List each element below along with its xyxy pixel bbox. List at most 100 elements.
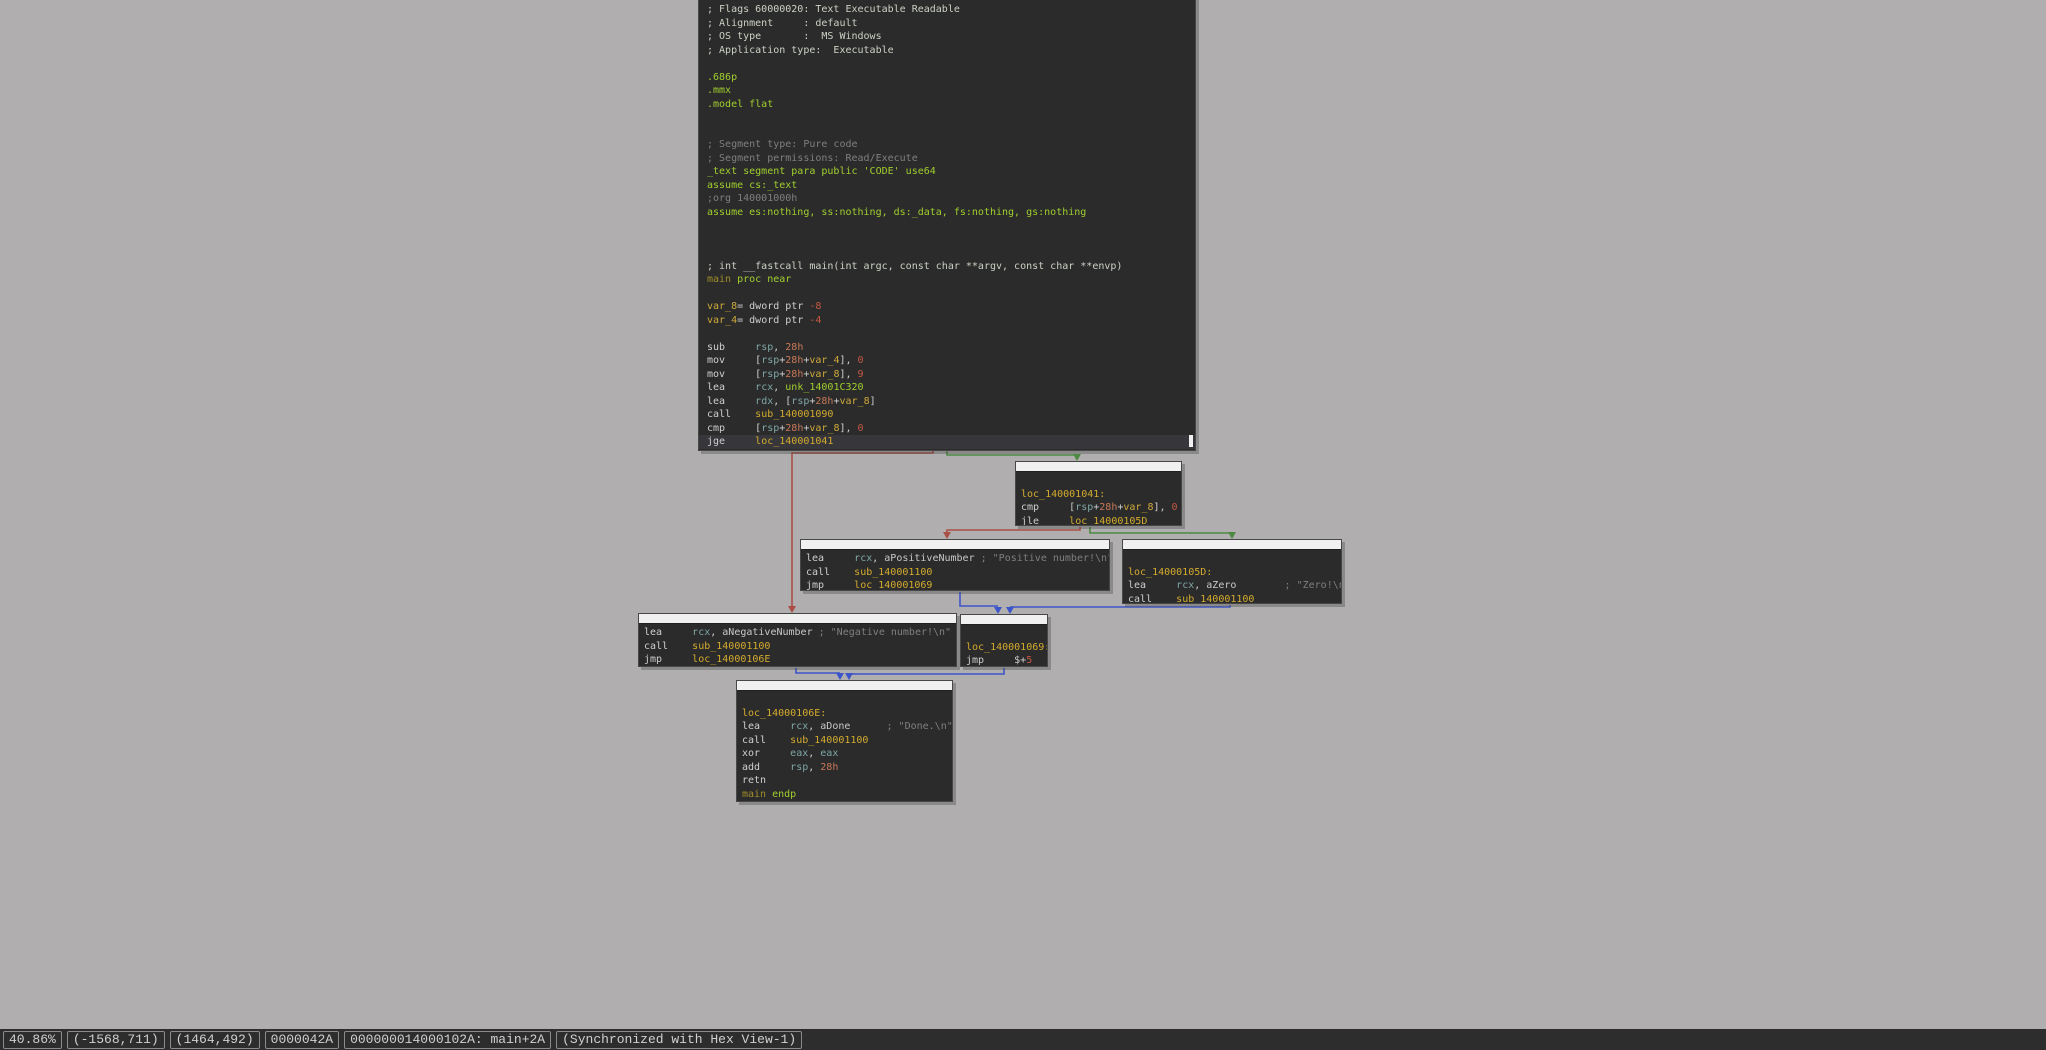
code-token: loc_14000105D: — [1128, 566, 1213, 578]
code-line[interactable]: ; Application type: Executable — [699, 44, 1195, 58]
code-line[interactable]: cmp [rsp+28h+var_8], 0 — [1016, 501, 1181, 515]
code-token: ; "Done.\n" — [850, 721, 953, 732]
block-title-bar[interactable] — [1123, 540, 1341, 550]
code-token: ], — [839, 422, 858, 434]
code-line[interactable]: ; int __fastcall main(int argc, const ch… — [699, 260, 1195, 274]
code-line[interactable]: loc_140001069: — [961, 641, 1047, 655]
block-title-bar[interactable] — [639, 614, 956, 624]
code-token: 9 — [857, 368, 864, 380]
code-line[interactable]: .model flat — [699, 98, 1195, 112]
code-line[interactable]: ; OS type : MS Windows — [699, 30, 1195, 44]
code-line[interactable] — [699, 327, 1195, 341]
code-token: lea — [742, 721, 791, 732]
code-line[interactable]: loc_14000106E: — [737, 707, 952, 721]
code-line[interactable]: ; Flags 60000020: Text Executable Readab… — [699, 3, 1195, 17]
code-line[interactable]: lea rdx, [rsp+28h+var_8] — [699, 395, 1195, 409]
status-sync-indicator: (Synchronized with Hex View-1) — [556, 1030, 803, 1049]
basic-block-loc14000105D[interactable]: loc_14000105D: lea rcx, aZero ; "Zero!\n"… — [1122, 539, 1342, 604]
code-line[interactable]: ; Segment permissions: Read/Execute — [699, 152, 1195, 166]
code-line[interactable]: lea rcx, aPositiveNumber ; "Positive num… — [801, 552, 1109, 566]
code-token: ] — [869, 395, 876, 407]
graph-canvas[interactable]: ; Flags 60000020: Text Executable Readab… — [0, 0, 2046, 1050]
code-line[interactable] — [699, 233, 1195, 247]
code-line[interactable]: .mmx — [699, 84, 1195, 98]
code-line[interactable] — [699, 246, 1195, 260]
code-token: retn — [742, 775, 767, 786]
code-line[interactable]: call sub_140001100 — [801, 566, 1109, 580]
code-line[interactable]: add rsp, 28h — [737, 761, 952, 775]
basic-block-loc140001041[interactable]: loc_140001041: cmp [rsp+28h+var_8], 0 jle … — [1015, 461, 1182, 526]
code-line[interactable]: assume es:nothing, ss:nothing, ds:_data,… — [699, 206, 1195, 220]
code-token: cmp [ — [707, 422, 762, 434]
edge-arrow — [943, 532, 951, 539]
block-title-bar[interactable] — [801, 540, 1109, 550]
code-line[interactable]: lea rcx, unk_14001C320 — [699, 381, 1195, 395]
code-line[interactable]: xor eax, eax — [737, 747, 952, 761]
code-line[interactable] — [737, 693, 952, 707]
code-line[interactable]: mov [rsp+28h+var_4], 0 — [699, 354, 1195, 368]
code-line[interactable]: jmp loc_140001069 — [801, 579, 1109, 590]
edge-b69-jmp — [849, 668, 1005, 675]
code-line[interactable]: ;org 140001000h — [699, 192, 1195, 206]
code-line[interactable]: jge loc_140001041 — [699, 435, 1195, 449]
code-line[interactable]: var_8= dword ptr -8 — [699, 300, 1195, 314]
basic-block-negative[interactable]: lea rcx, aNegativeNumber ; "Negative num… — [638, 613, 957, 667]
code-line[interactable] — [699, 125, 1195, 139]
block-title-bar[interactable] — [1016, 462, 1181, 472]
code-line[interactable]: call sub_140001100 — [639, 640, 956, 654]
basic-block-loc140001069[interactable]: loc_140001069: jmp $+5 — [960, 614, 1048, 667]
code-line[interactable]: mov [rsp+28h+var_8], 9 — [699, 368, 1195, 382]
code-line[interactable]: sub rsp, 28h — [699, 341, 1195, 355]
code-token: add — [742, 761, 791, 773]
code-line[interactable]: call sub_140001100 — [1123, 593, 1341, 604]
code-line[interactable]: .686p — [699, 71, 1195, 85]
edge-arrow — [788, 606, 796, 613]
code-token: rsp — [1075, 502, 1094, 513]
code-line[interactable] — [699, 219, 1195, 233]
basic-block-positive[interactable]: lea rcx, aPositiveNumber ; "Positive num… — [800, 539, 1110, 591]
code-line[interactable]: main endp — [737, 788, 952, 802]
code-line[interactable]: retn — [737, 774, 952, 788]
code-line[interactable]: assume cs:_text — [699, 179, 1195, 193]
code-line[interactable]: loc_14000105D: — [1123, 566, 1341, 580]
code-line[interactable] — [699, 111, 1195, 125]
edge-b41-false — [946, 527, 1081, 532]
status-graph-origin-coords: (-1568,711) — [66, 1030, 165, 1049]
code-line[interactable]: call sub_140001090 — [699, 408, 1195, 422]
basic-block-loc14000106E[interactable]: loc_14000106E: lea rcx, aDone ; "Done.\n"… — [736, 680, 953, 802]
code-token: sub_140001090 — [755, 409, 834, 420]
code-token: ], — [839, 368, 858, 380]
text-cursor — [1189, 435, 1193, 447]
code-line[interactable]: ; Segment type: Pure code — [699, 138, 1195, 152]
code-token: var_8 — [707, 301, 738, 312]
code-token: = dword ptr — [737, 314, 810, 326]
code-line[interactable]: loc_140001041: — [1016, 488, 1181, 502]
code-line[interactable] — [1123, 552, 1341, 566]
code-token: loc_140001041 — [755, 436, 834, 447]
code-line[interactable] — [961, 627, 1047, 641]
code-line[interactable]: main proc near — [699, 273, 1195, 287]
basic-block-entry[interactable]: ; Flags 60000020: Text Executable Readab… — [698, 0, 1196, 451]
code-line[interactable]: var_4= dword ptr -4 — [699, 314, 1195, 328]
block-title-bar[interactable] — [737, 681, 952, 691]
code-line[interactable]: lea rcx, aZero ; "Zero!\n" — [1123, 579, 1341, 593]
code-line[interactable] — [699, 287, 1195, 301]
code-token: rdx — [755, 395, 774, 407]
code-line[interactable]: cmp [rsp+28h+var_8], 0 — [699, 422, 1195, 436]
code-line[interactable]: ; Alignment : default — [699, 17, 1195, 31]
code-token: , — [773, 341, 786, 353]
code-token: sub_140001100 — [790, 734, 869, 746]
code-line[interactable]: jle loc_14000105D — [1016, 515, 1181, 526]
block-title-bar[interactable] — [961, 615, 1047, 625]
code-line[interactable]: jmp loc_14000106E — [639, 653, 956, 666]
edge-arrow — [1006, 607, 1014, 614]
code-line[interactable]: lea rcx, aDone ; "Done.\n" — [737, 720, 952, 734]
code-token: rcx — [854, 553, 873, 564]
code-line[interactable]: call sub_140001100 — [737, 734, 952, 748]
code-token: -8 — [809, 301, 822, 312]
code-line[interactable]: _text segment para public 'CODE' use64 — [699, 165, 1195, 179]
code-line[interactable]: lea rcx, aNegativeNumber ; "Negative num… — [639, 626, 956, 640]
code-line[interactable] — [699, 57, 1195, 71]
code-line[interactable]: jmp $+5 — [961, 654, 1047, 666]
code-line[interactable] — [1016, 474, 1181, 488]
